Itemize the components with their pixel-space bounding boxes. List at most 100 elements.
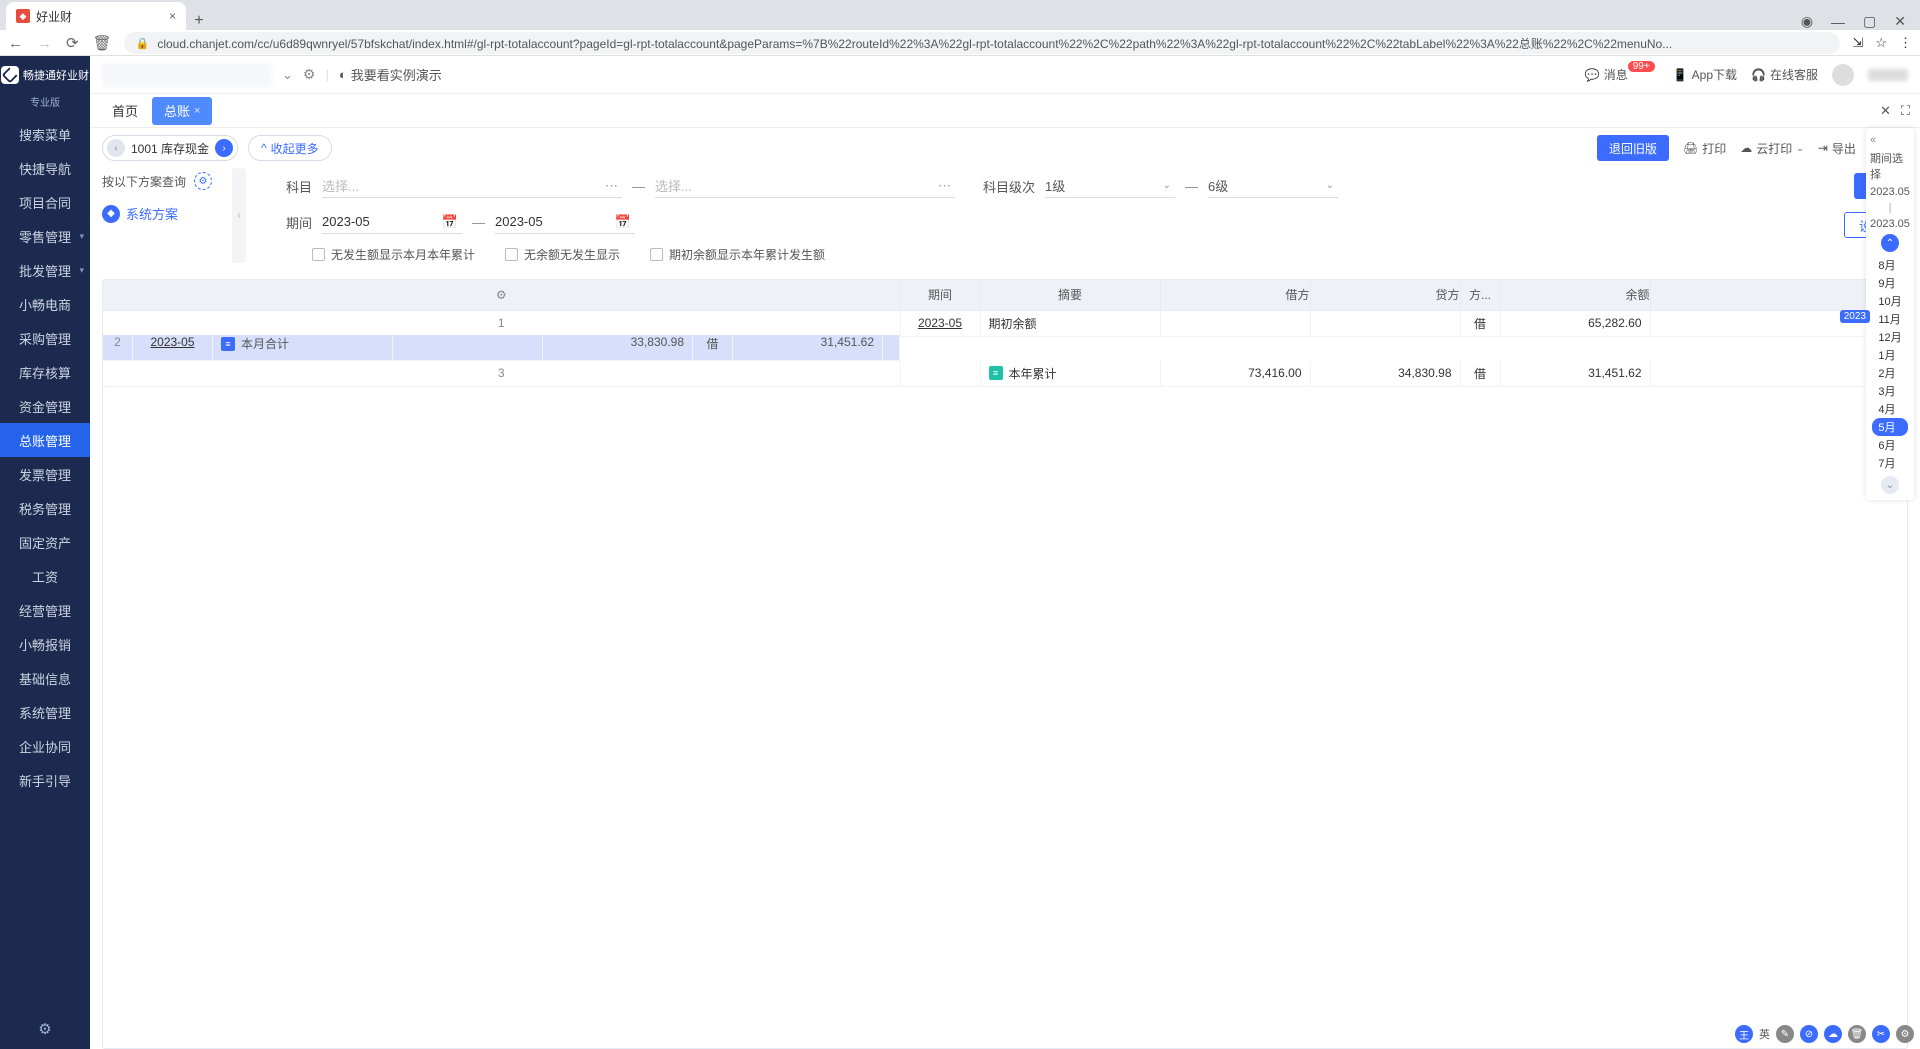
scheme-gear-icon[interactable]: ⚙ [194,172,212,190]
month-option[interactable]: 1月 [1872,346,1907,364]
tray-icon[interactable]: ⚙ [1896,1025,1914,1043]
demo-link[interactable]: ◐ 我要看实例演示 [339,65,442,84]
tab-home[interactable]: 首页 [100,97,150,125]
table-config-icon[interactable]: ⚙ [103,280,900,310]
message-link[interactable]: 💬 消息 99+ [1585,66,1659,83]
check-no-occur[interactable]: 无发生额显示本月本年累计 [312,246,475,263]
app-download-link[interactable]: 📱 App下载 [1673,66,1737,83]
fullscreen-icon[interactable]: ⛶ [1901,103,1910,119]
month-option[interactable]: 2月 [1872,364,1907,382]
sidebar-item[interactable]: 系统管理 [0,695,90,729]
scroll-up-icon[interactable]: ⌃ [1881,234,1899,252]
panel-expand-icon[interactable]: « [1870,134,1876,146]
sidebar-item[interactable]: 总账管理 [0,423,90,457]
tray-icon[interactable]: 🗑 [1848,1025,1866,1043]
table-row[interactable]: 22023-05≡本月合计33,830.98借31,451.62 [103,337,900,361]
sidebar-item[interactable]: 项目合同 [0,185,90,219]
back-icon[interactable]: ← [8,35,23,52]
month-option[interactable]: 9月 [1872,274,1907,292]
sidebar-item[interactable]: 库存核算 [0,355,90,389]
table-row[interactable]: 12023-05期初余额借65,282.60 [103,310,1907,336]
sidebar-item[interactable]: 小畅报销 [0,627,90,661]
account-selector[interactable]: ‹ 1001 库存现金 › [102,135,238,161]
period-from-input[interactable]: 2023-05📅 [322,210,462,234]
gear-icon[interactable]: ⚙ [303,66,316,83]
table-row[interactable]: 3≡本年累计73,416.0034,830.98借31,451.62 [103,361,1907,387]
cloud-print-link[interactable]: ☁云打印⌄ [1740,140,1804,157]
sidebar-item[interactable]: 固定资产 [0,525,90,559]
scroll-down-icon[interactable]: ⌄ [1881,476,1899,494]
more-icon[interactable]: ⋯ [938,178,951,194]
sidebar-item[interactable]: 快捷导航 [0,151,90,185]
level-from-select[interactable]: 1级⌄ [1045,174,1175,198]
user-icon[interactable]: ◉ [1801,13,1813,30]
check-no-balance[interactable]: 无余额无发生显示 [505,246,620,263]
browser-tab[interactable]: ◆ 好业财 × [6,2,186,30]
month-option[interactable]: 6月 [1872,436,1907,454]
bookmark-icon[interactable]: ☆ [1875,35,1887,51]
period-to-input[interactable]: 2023-05📅 [495,210,635,234]
month-option[interactable]: 10月 [1872,292,1907,310]
tray-icon[interactable]: ☁ [1824,1025,1842,1043]
sidebar-item[interactable]: 发票管理 [0,457,90,491]
sidebar-item[interactable]: 批发管理 [0,253,90,287]
close-all-icon[interactable]: ✕ [1880,103,1891,119]
month-option[interactable]: 12月 [1872,328,1907,346]
tray-icon[interactable]: ⊘ [1800,1025,1818,1043]
address-bar[interactable]: 🔒 cloud.chanjet.com/cc/u6d89qwnryel/57bf… [124,32,1841,54]
sidebar-item[interactable]: 小畅电商 [0,287,90,321]
tray-icon[interactable]: ✂ [1872,1025,1890,1043]
org-selector[interactable] [102,63,272,87]
close-window-icon[interactable]: ✕ [1894,13,1906,30]
chevron-down-icon[interactable]: ⌄ [282,67,293,83]
sidebar-item[interactable]: 新手引导 [0,763,90,797]
month-option[interactable]: 5月 [1872,418,1907,436]
level-to-select[interactable]: 6级⌄ [1208,174,1338,198]
tray-icon[interactable]: 王 [1735,1025,1753,1043]
sidebar-item[interactable]: 零售管理 [0,219,90,253]
delete-icon[interactable]: 🗑 [93,34,112,52]
month-option[interactable]: 3月 [1872,382,1907,400]
month-option[interactable]: 11月 [1872,310,1907,328]
month-option[interactable]: 8月 [1872,256,1907,274]
menu-icon[interactable]: ⋮ [1899,35,1912,51]
install-icon[interactable]: ⇲ [1852,35,1863,51]
sidebar-settings-icon[interactable]: ⚙ [0,1009,90,1049]
service-link[interactable]: 🎧 在线客服 [1751,66,1818,83]
subject-from-input[interactable]: 选择...⋯ [322,174,622,198]
sidebar-item[interactable]: 资金管理 [0,389,90,423]
avatar[interactable] [1832,64,1854,86]
next-account-icon[interactable]: › [215,139,233,157]
sidebar-item[interactable]: 税务管理 [0,491,90,525]
calendar-icon[interactable]: 📅 [615,214,631,230]
check-opening[interactable]: 期初余额显示本年累计发生额 [650,246,825,263]
more-icon[interactable]: ⋯ [605,178,618,194]
month-option[interactable]: 4月 [1872,400,1907,418]
calendar-icon[interactable]: 📅 [442,214,458,230]
sidebar-item[interactable]: 经营管理 [0,593,90,627]
tab-close-icon[interactable]: × [194,105,200,117]
new-tab-button[interactable]: + [186,12,212,30]
minimize-icon[interactable]: — [1831,14,1845,30]
forward-icon[interactable]: → [37,35,52,52]
collapse-scheme[interactable]: ‹ [232,168,246,263]
reload-icon[interactable]: ⟳ [66,34,79,52]
tab-close-icon[interactable]: × [169,9,176,23]
collapse-more[interactable]: ^ 收起更多 [248,135,332,161]
sidebar-item[interactable]: 采购管理 [0,321,90,355]
scheme-system[interactable]: ◆ 系统方案 [102,204,232,223]
tray-icon[interactable]: ✎ [1776,1025,1794,1043]
sidebar-item[interactable]: 搜索菜单 [0,117,90,151]
subject-to-input[interactable]: 选择...⋯ [655,174,955,198]
month-option[interactable]: 7月 [1872,454,1907,472]
prev-account-icon[interactable]: ‹ [107,139,125,157]
maximize-icon[interactable]: ▢ [1863,13,1876,30]
print-link[interactable]: 🖨打印 [1683,140,1726,157]
sidebar-item[interactable]: 基础信息 [0,661,90,695]
tab-ledger[interactable]: 总账 × [152,97,212,125]
sidebar-item[interactable]: 工资 [0,559,90,593]
sidebar-item[interactable]: 企业协同 [0,729,90,763]
back-old-button[interactable]: 退回旧版 [1597,135,1669,161]
export-link[interactable]: ⇥导出 [1818,140,1856,157]
ime-label[interactable]: 英 [1759,1026,1770,1042]
